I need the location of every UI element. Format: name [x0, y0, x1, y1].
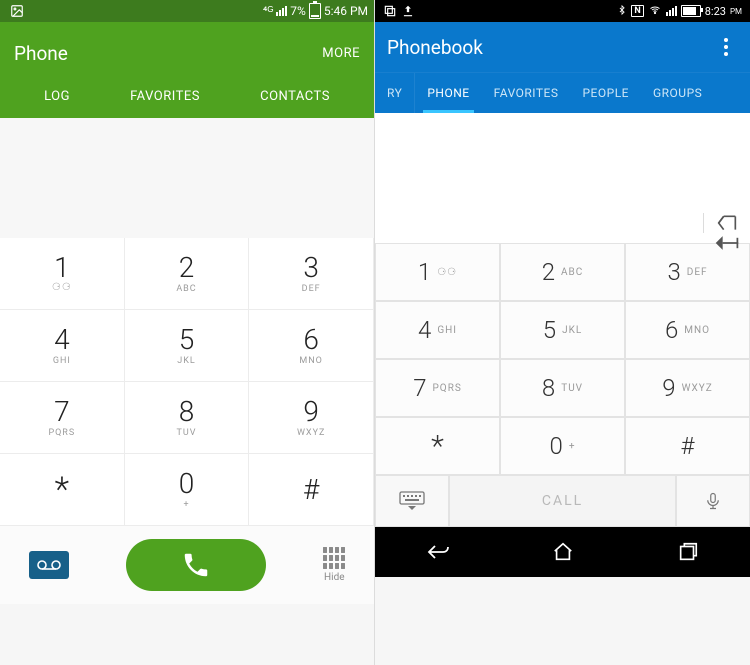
nav-back-button[interactable] — [375, 527, 500, 577]
more-button[interactable]: MORE — [322, 46, 360, 61]
tab-groups[interactable]: GROUPS — [641, 73, 714, 113]
key-6[interactable]: 6MNO — [249, 310, 374, 382]
key-4[interactable]: 4GHI — [375, 301, 500, 359]
call-button[interactable] — [126, 539, 266, 591]
bottom-actions: Hide — [0, 526, 374, 604]
back-icon — [425, 542, 451, 562]
call-button[interactable]: CALL — [449, 475, 676, 527]
tab-favorites[interactable]: FAVORITES — [126, 77, 204, 116]
tab-log[interactable]: LOG — [40, 77, 74, 116]
key-8[interactable]: 8TUV — [500, 359, 625, 417]
key-4[interactable]: 4GHI — [0, 310, 125, 382]
app-title: Phone — [14, 42, 68, 65]
key-star[interactable]: * — [375, 417, 500, 475]
right-phone: N 8:23 PM Phonebook RY PHONE FAVORITES P… — [375, 0, 750, 665]
signal-icon — [666, 6, 677, 16]
key-0[interactable]: 0+ — [125, 454, 250, 526]
left-phone: ⁴ᴳ 7% 5:46 PM Phone MORE LOG FAVORITES C… — [0, 0, 375, 665]
voicemail-icon: ⚆⚆ — [52, 282, 72, 293]
backspace-icon — [714, 213, 740, 233]
app-title: Phonebook — [387, 36, 483, 59]
nav-home-button[interactable] — [500, 527, 625, 577]
app-header: Phone MORE LOG FAVORITES CONTACTS — [0, 22, 374, 118]
key-9[interactable]: 9WXYZ — [625, 359, 750, 417]
clock: 5:46 PM — [324, 4, 368, 18]
upload-icon — [401, 4, 415, 18]
clock-ampm: PM — [730, 7, 742, 16]
key-7[interactable]: 7PQRS — [375, 359, 500, 417]
signal-icon — [276, 6, 287, 16]
app-header: Phonebook RY PHONE FAVORITES PEOPLE GROU… — [375, 22, 750, 113]
key-5[interactable]: 5JKL — [125, 310, 250, 382]
keyboard-hide-icon — [399, 491, 425, 511]
key-1[interactable]: 1⚆⚆ — [0, 238, 125, 310]
key-hash[interactable]: # — [625, 417, 750, 475]
voicemail-icon: ⚆⚆ — [437, 267, 457, 278]
phone-icon — [181, 550, 211, 580]
network-type: ⁴ᴳ — [263, 4, 273, 18]
clock: 8:23 — [705, 5, 726, 18]
hide-keypad-button[interactable]: Hide — [323, 547, 345, 583]
key-2[interactable]: 2ABC — [125, 238, 250, 310]
bluetooth-icon — [617, 3, 627, 20]
screenshot-icon — [383, 4, 397, 18]
key-8[interactable]: 8TUV — [125, 382, 250, 454]
keypad-grid-icon — [323, 547, 345, 569]
recents-icon — [677, 541, 699, 563]
hide-keyboard-button[interactable] — [375, 475, 449, 527]
backspace-button[interactable] — [714, 213, 740, 233]
voice-dial-button[interactable] — [676, 475, 750, 527]
tab-phone[interactable]: PHONE — [415, 73, 481, 113]
call-row: CALL — [375, 475, 750, 527]
hide-label: Hide — [324, 572, 345, 583]
tab-bar: RY PHONE FAVORITES PEOPLE GROUPS — [375, 72, 750, 113]
separator — [703, 213, 704, 233]
key-5[interactable]: 5JKL — [500, 301, 625, 359]
key-7[interactable]: 7PQRS — [0, 382, 125, 454]
key-hash[interactable]: # — [249, 454, 374, 526]
voicemail-icon — [37, 558, 61, 572]
nav-recents-button[interactable] — [625, 527, 750, 577]
tab-people[interactable]: PEOPLE — [570, 73, 641, 113]
number-display[interactable] — [0, 118, 374, 238]
dial-pad: 1⚆⚆ 2ABC 3DEF 4GHI 5JKL 6MNO 7PQRS 8TUV … — [0, 238, 374, 526]
system-nav-bar — [375, 527, 750, 577]
voicemail-button[interactable] — [29, 551, 69, 579]
tab-cut-prev[interactable]: RY — [375, 73, 415, 113]
key-2[interactable]: 2ABC — [500, 243, 625, 301]
battery-icon — [681, 5, 701, 17]
battery-pct: 7% — [290, 4, 306, 18]
tab-favorites[interactable]: FAVORITES — [482, 73, 571, 113]
number-display[interactable] — [375, 113, 750, 243]
status-bar: N 8:23 PM — [375, 0, 750, 22]
battery-icon — [309, 3, 321, 19]
key-0[interactable]: 0+ — [500, 417, 625, 475]
key-star[interactable]: * — [0, 454, 125, 526]
overflow-menu-button[interactable] — [714, 28, 738, 66]
nfc-icon: N — [631, 5, 643, 17]
image-icon — [10, 4, 24, 18]
status-bar: ⁴ᴳ 7% 5:46 PM — [0, 0, 374, 22]
key-3[interactable]: 3DEF — [249, 238, 374, 310]
key-1[interactable]: 1⚆⚆ — [375, 243, 500, 301]
key-6[interactable]: 6MNO — [625, 301, 750, 359]
tab-contacts[interactable]: CONTACTS — [256, 77, 334, 116]
home-icon — [552, 541, 574, 563]
key-9[interactable]: 9WXYZ — [249, 382, 374, 454]
wifi-icon — [648, 4, 662, 19]
microphone-icon — [704, 489, 722, 513]
dial-pad: 1⚆⚆ 2ABC 3DEF 4GHI 5JKL 6MNO 7PQRS 8TUV … — [375, 243, 750, 475]
